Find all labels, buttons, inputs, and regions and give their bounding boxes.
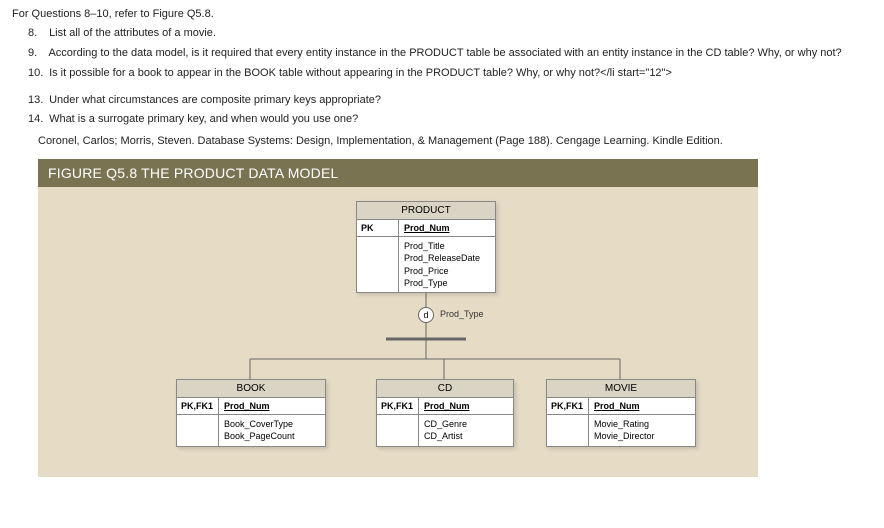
empty-key-col [547, 415, 589, 445]
entity-title: PRODUCT [357, 202, 495, 220]
pk-label: PK,FK1 [547, 398, 589, 414]
pk-attribute: Prod_Num [224, 401, 270, 411]
discriminator-circle: d [418, 307, 434, 323]
entity-title: CD [377, 380, 513, 398]
question-14: 14. What is a surrogate primary key, and… [28, 112, 872, 127]
figure-title: FIGURE Q5.8 THE PRODUCT DATA MODEL [38, 159, 758, 187]
pk-attribute: Prod_Num [404, 223, 450, 233]
empty-key-col [377, 415, 419, 445]
question-9: 9. According to the data model, is it re… [28, 46, 872, 61]
pk-attribute: Prod_Num [424, 401, 470, 411]
pk-label: PK,FK1 [377, 398, 419, 414]
question-text: List all of the attributes of a movie. [49, 27, 216, 39]
question-number: 14. [28, 112, 46, 127]
empty-key-col [357, 237, 399, 292]
empty-key-col [177, 415, 219, 445]
entity-title: MOVIE [547, 380, 695, 398]
entity-attributes: Prod_Title Prod_ReleaseDate Prod_Price P… [399, 237, 495, 292]
pk-attribute: Prod_Num [594, 401, 640, 411]
entity-movie: MOVIE PK,FK1 Prod_Num Movie_Rating Movie… [546, 379, 696, 446]
question-text: Under what circumstances are composite p… [49, 94, 381, 106]
entity-attributes: Movie_Rating Movie_Director [589, 415, 695, 445]
entity-attributes: CD_Genre CD_Artist [419, 415, 513, 445]
pk-label: PK,FK1 [177, 398, 219, 414]
question-10: 10. Is it possible for a book to appear … [28, 66, 872, 81]
entity-attributes: Book_CoverType Book_PageCount [219, 415, 325, 445]
question-8: 8. List all of the attributes of a movie… [28, 26, 872, 41]
question-text: Is it possible for a book to appear in t… [49, 67, 672, 79]
citation-text: Coronel, Carlos; Morris, Steven. Databas… [38, 135, 872, 147]
entity-product: PRODUCT PK Prod_Num Prod_Title Prod_Rele… [356, 201, 496, 293]
question-13: 13. Under what circumstances are composi… [28, 93, 872, 108]
figure-container: FIGURE Q5.8 THE PRODUCT DATA MODEL d Pro… [38, 159, 758, 477]
question-list: 8. List all of the attributes of a movie… [28, 26, 872, 127]
entity-book: BOOK PK,FK1 Prod_Num Book_CoverType Book… [176, 379, 326, 446]
discriminator-label: Prod_Type [440, 309, 484, 319]
question-number: 8. [28, 26, 46, 41]
question-number: 13. [28, 93, 46, 108]
question-text: According to the data model, is it requi… [48, 47, 841, 59]
question-number: 10. [28, 66, 46, 81]
question-number: 9. [28, 46, 46, 61]
entity-title: BOOK [177, 380, 325, 398]
question-text: What is a surrogate primary key, and whe… [49, 113, 358, 125]
entity-cd: CD PK,FK1 Prod_Num CD_Genre CD_Artist [376, 379, 514, 446]
pk-label: PK [357, 220, 399, 236]
intro-text: For Questions 8–10, refer to Figure Q5.8… [12, 8, 872, 20]
figure-body: d Prod_Type PRODUCT PK Prod_Num Prod_Tit… [38, 187, 758, 477]
